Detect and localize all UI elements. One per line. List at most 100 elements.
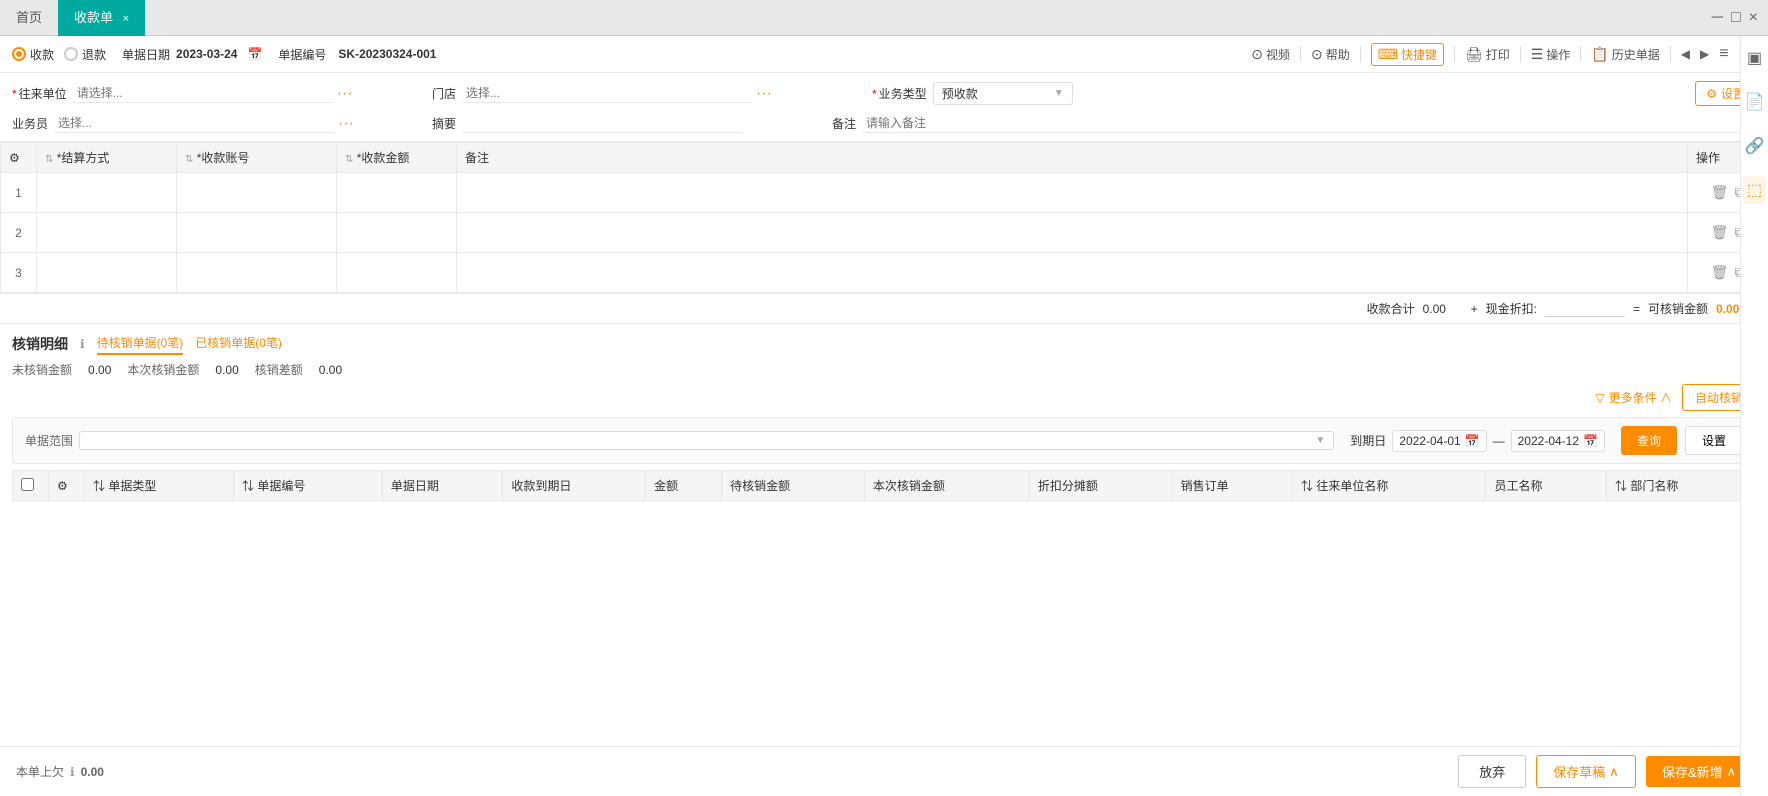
- action-help[interactable]: ⊙ 帮助: [1311, 46, 1350, 63]
- biz-type-dropdown[interactable]: 预收款 ▼: [933, 82, 1073, 105]
- table-row: 1 🗑 ⧉: [1, 173, 1768, 213]
- operate-icon: ☰: [1531, 46, 1544, 63]
- this-order-info-icon[interactable]: ℹ: [70, 765, 75, 779]
- nav-list-icon[interactable]: ≡: [1719, 45, 1728, 63]
- date-to-input[interactable]: 2022-04-12 📅: [1511, 430, 1605, 452]
- remark-1[interactable]: [457, 173, 1688, 213]
- radio-refund[interactable]: 退款: [64, 46, 106, 63]
- help-icon: ⊙: [1311, 46, 1323, 63]
- filter-settings-button[interactable]: 设置: [1685, 426, 1743, 455]
- account-no-1[interactable]: [177, 173, 337, 213]
- filter-buttons: 查询 设置: [1621, 426, 1743, 455]
- divider: [1360, 46, 1361, 62]
- calendar-from-icon: 📅: [1465, 434, 1480, 448]
- row-num-3: 3: [1, 253, 37, 293]
- action-video[interactable]: ⊙ 视频: [1251, 46, 1290, 63]
- col-bill-type-header: ⇅ 单据类型: [85, 471, 234, 501]
- nav-prev-icon[interactable]: ◀: [1681, 47, 1690, 61]
- maximize-icon[interactable]: □: [1731, 9, 1741, 27]
- account-no-3[interactable]: [177, 253, 337, 293]
- summary-field: 摘要: [432, 114, 812, 133]
- right-panel-table-icon[interactable]: ▣: [1743, 44, 1766, 72]
- tab-receipt[interactable]: 收款单 ×: [58, 0, 145, 36]
- more-conditions-btn[interactable]: ▽ 更多条件 ∧: [1595, 389, 1672, 406]
- tab-pending[interactable]: 待核销单据(0笔): [97, 332, 184, 355]
- col-checkbox-header[interactable]: [13, 471, 49, 501]
- query-button[interactable]: 查询: [1621, 426, 1677, 455]
- date-value: 2023-03-24: [176, 47, 237, 61]
- nuclear-header: 核销明细 ℹ 待核销单据(0笔) 已核销单据(0笔): [12, 332, 1756, 355]
- range-chevron-icon: ▼: [1315, 435, 1325, 446]
- divider: [1300, 46, 1301, 62]
- nuclear-section: 核销明细 ℹ 待核销单据(0笔) 已核销单据(0笔) 未核销金额 0.00 本次…: [0, 324, 1768, 746]
- right-panel-expand-icon[interactable]: ⬚: [1743, 176, 1766, 204]
- info-icon[interactable]: ℹ: [80, 337, 85, 351]
- equals-label: =: [1633, 302, 1640, 316]
- salesman-more-icon[interactable]: ···: [338, 115, 354, 133]
- action-history[interactable]: 📋 历史单据: [1591, 46, 1659, 63]
- col-amount-header: ⇅ *收款金额: [337, 143, 457, 173]
- col-counterparty-header: ⇅ 往来单位名称: [1293, 471, 1486, 501]
- settle-method-1[interactable]: [37, 173, 177, 213]
- total-label: 收款合计: [1367, 300, 1415, 317]
- calendar-to-icon: 📅: [1583, 434, 1598, 448]
- due-date-label: 到期日: [1350, 432, 1386, 449]
- delete-icon[interactable]: 🗑: [1711, 224, 1729, 241]
- delete-icon[interactable]: 🗑: [1711, 264, 1729, 281]
- divider: [1580, 46, 1581, 62]
- tab-close-icon[interactable]: ×: [123, 13, 129, 25]
- discount-label: 现金折扣:: [1486, 300, 1537, 317]
- col-discount-header: 折扣分摊额: [1029, 471, 1172, 501]
- minimize-icon[interactable]: ─: [1712, 9, 1723, 27]
- action-shortcut[interactable]: ⌨ 快捷键: [1371, 43, 1444, 66]
- table-row: 2 🗑 ⧉: [1, 213, 1768, 253]
- summary-input[interactable]: [462, 114, 742, 133]
- discard-button[interactable]: 放弃: [1458, 755, 1526, 788]
- radio-receive-dot: [12, 47, 26, 61]
- filter-row: ▽ 更多条件 ∧ 自动核销: [12, 384, 1756, 411]
- close-icon[interactable]: ×: [1749, 9, 1758, 27]
- range-select[interactable]: ▼: [79, 431, 1334, 450]
- save-new-button[interactable]: 保存&新增 ∧: [1646, 756, 1752, 787]
- store-input[interactable]: [462, 84, 752, 103]
- amount-2[interactable]: [337, 213, 457, 253]
- col-settings-header[interactable]: ⚙: [1, 143, 37, 173]
- save-draft-button[interactable]: 保存草稿 ∧: [1536, 755, 1636, 788]
- date-range-dash: —: [1493, 434, 1505, 448]
- calendar-icon[interactable]: 📅: [247, 47, 262, 61]
- counterparty-input[interactable]: [73, 84, 333, 103]
- range-label: 单据范围: [25, 432, 73, 449]
- nuclear-title: 核销明细: [12, 334, 68, 354]
- right-panel-link-icon[interactable]: 🔗: [1741, 132, 1768, 160]
- action-operate[interactable]: ☰ 操作: [1531, 46, 1571, 63]
- settle-method-2[interactable]: [37, 213, 177, 253]
- tab-done[interactable]: 已核销单据(0笔): [195, 332, 282, 355]
- store-more-icon[interactable]: ···: [756, 85, 772, 103]
- radio-receive[interactable]: 收款: [12, 46, 54, 63]
- remark-3[interactable]: [457, 253, 1688, 293]
- amount-3[interactable]: [337, 253, 457, 293]
- date-from-input[interactable]: 2022-04-01 📅: [1392, 430, 1486, 452]
- counterparty-more-icon[interactable]: ···: [337, 85, 353, 103]
- settle-method-3[interactable]: [37, 253, 177, 293]
- right-panel-doc-icon[interactable]: 📄: [1741, 88, 1768, 116]
- bottom-table-container: ⚙ ⇅ 单据类型 ⇅ 单据编号 单据日期 收款到期: [12, 470, 1756, 501]
- amount-1[interactable]: [337, 173, 457, 213]
- remark-2[interactable]: [457, 213, 1688, 253]
- nav-next-icon[interactable]: ▶: [1700, 47, 1709, 61]
- select-all-checkbox[interactable]: [21, 478, 34, 491]
- remark-input[interactable]: [862, 114, 1756, 133]
- col-settings-bottom-header[interactable]: ⚙: [49, 471, 85, 501]
- action-print[interactable]: 🖨 打印: [1465, 46, 1510, 63]
- bottom-table: ⚙ ⇅ 单据类型 ⇅ 单据编号 单据日期 收款到期: [12, 470, 1756, 501]
- right-panel: ▣ 📄 🔗 ⬚: [1740, 36, 1768, 796]
- discount-input[interactable]: [1545, 301, 1625, 317]
- delete-icon[interactable]: 🗑: [1711, 184, 1729, 201]
- radio-group: 收款 退款: [12, 46, 106, 63]
- row-num-1: 1: [1, 173, 37, 213]
- salesman-input[interactable]: [54, 114, 334, 133]
- tab-home[interactable]: 首页: [0, 0, 58, 36]
- account-no-2[interactable]: [177, 213, 337, 253]
- range-filter-field: 单据范围 ▼: [25, 431, 1334, 450]
- this-order-value: 0.00: [81, 765, 104, 779]
